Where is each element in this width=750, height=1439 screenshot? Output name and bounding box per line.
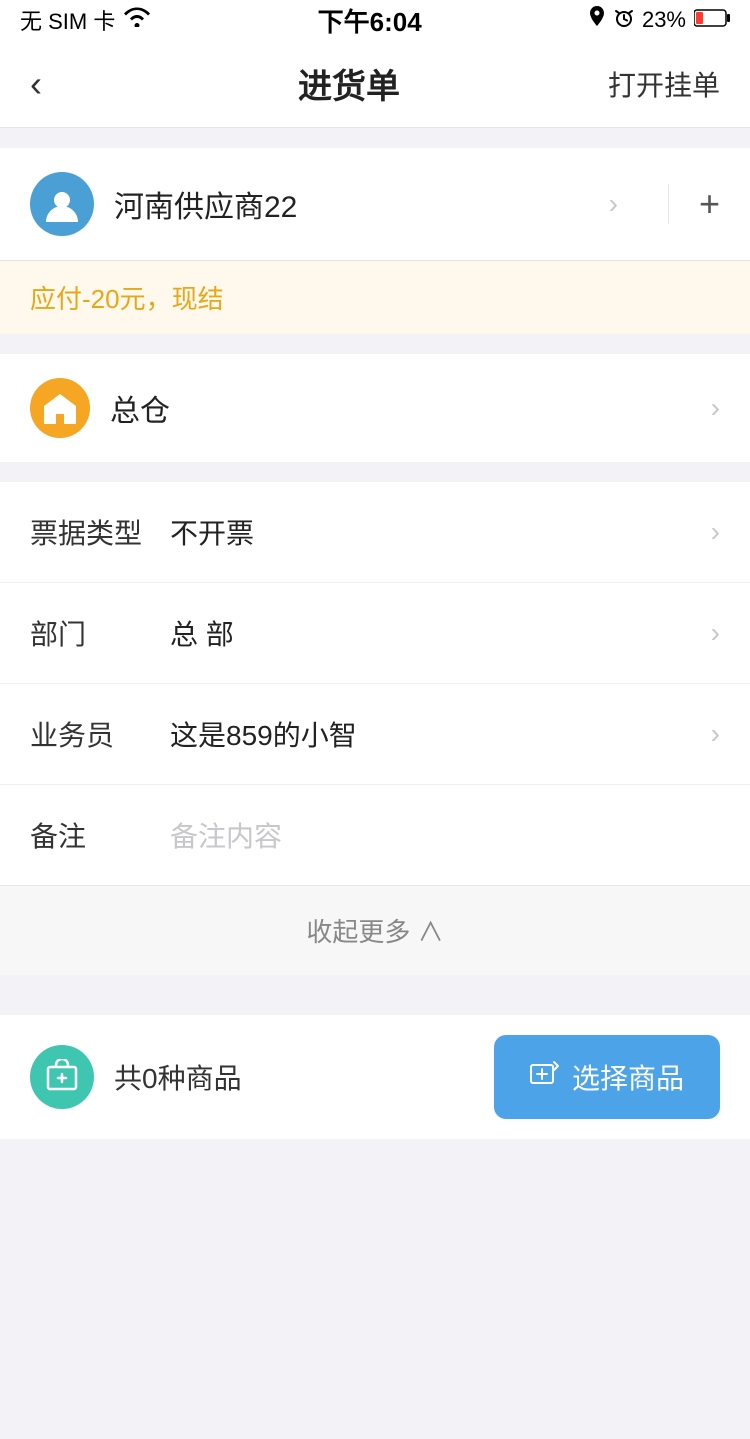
warehouse-row[interactable]: 总仓 › (0, 354, 750, 462)
supplier-divider (668, 184, 669, 224)
select-product-icon (530, 1060, 560, 1095)
remark-row[interactable]: 备注 备注内容 (0, 785, 750, 885)
wifi-icon (123, 7, 151, 33)
supplier-avatar (30, 172, 94, 236)
select-product-label: 选择商品 (572, 1057, 684, 1097)
collapse-button[interactable]: 收起更多 ∧ (0, 885, 750, 975)
status-left: 无 SIM 卡 (20, 4, 151, 36)
warning-banner: 应付-20元，现结 (0, 261, 750, 334)
supplier-row[interactable]: 河南供应商22 › + (0, 148, 750, 261)
department-label: 部门 (30, 613, 170, 653)
salesperson-row[interactable]: 业务员 这是859的小智 › (0, 684, 750, 785)
salesperson-chevron-icon: › (711, 718, 720, 750)
select-product-button[interactable]: 选择商品 (494, 1035, 720, 1119)
supplier-name: 河南供应商22 (114, 182, 609, 226)
warehouse-section: 总仓 › (0, 354, 750, 462)
status-bar: 无 SIM 卡 下午6:04 23% (0, 0, 750, 40)
battery-icon (694, 7, 730, 33)
department-value: 总 部 (170, 613, 711, 653)
invoice-type-value: 不开票 (170, 512, 711, 552)
supplier-chevron-icon: › (609, 188, 618, 220)
open-pending-button[interactable]: 打开挂单 (608, 64, 720, 104)
status-time: 下午6:04 (318, 2, 422, 39)
gap-1 (0, 128, 750, 148)
remark-input[interactable]: 备注内容 (170, 815, 720, 855)
battery-label: 23% (642, 7, 686, 33)
back-button[interactable]: ‹ (30, 63, 90, 105)
location-icon (588, 6, 606, 34)
remark-label: 备注 (30, 815, 170, 855)
supplier-add-button[interactable]: + (699, 183, 720, 225)
invoice-type-chevron-icon: › (711, 516, 720, 548)
invoice-type-row[interactable]: 票据类型 不开票 › (0, 482, 750, 583)
nav-bar: ‹ 进货单 打开挂单 (0, 40, 750, 128)
gap-3 (0, 975, 750, 995)
warehouse-name: 总仓 (110, 386, 711, 430)
product-icon (30, 1045, 94, 1109)
product-count: 共0种商品 (114, 1057, 494, 1097)
department-chevron-icon: › (711, 617, 720, 649)
status-right: 23% (588, 6, 730, 34)
carrier-label: 无 SIM 卡 (20, 4, 115, 36)
bottom-bar: 共0种商品 选择商品 (0, 1015, 750, 1139)
form-section: 票据类型 不开票 › 部门 总 部 › 业务员 这是859的小智 › 备注 备注… (0, 482, 750, 885)
salesperson-value: 这是859的小智 (170, 714, 711, 754)
warehouse-icon (30, 378, 90, 438)
page-title: 进货单 (298, 59, 400, 108)
alarm-icon (614, 6, 634, 34)
department-row[interactable]: 部门 总 部 › (0, 583, 750, 684)
salesperson-label: 业务员 (30, 714, 170, 754)
invoice-type-label: 票据类型 (30, 512, 170, 552)
warehouse-chevron-icon: › (711, 392, 720, 424)
supplier-section: 河南供应商22 › + 应付-20元，现结 (0, 148, 750, 334)
gap-2 (0, 334, 750, 354)
page-background (0, 1139, 750, 1439)
